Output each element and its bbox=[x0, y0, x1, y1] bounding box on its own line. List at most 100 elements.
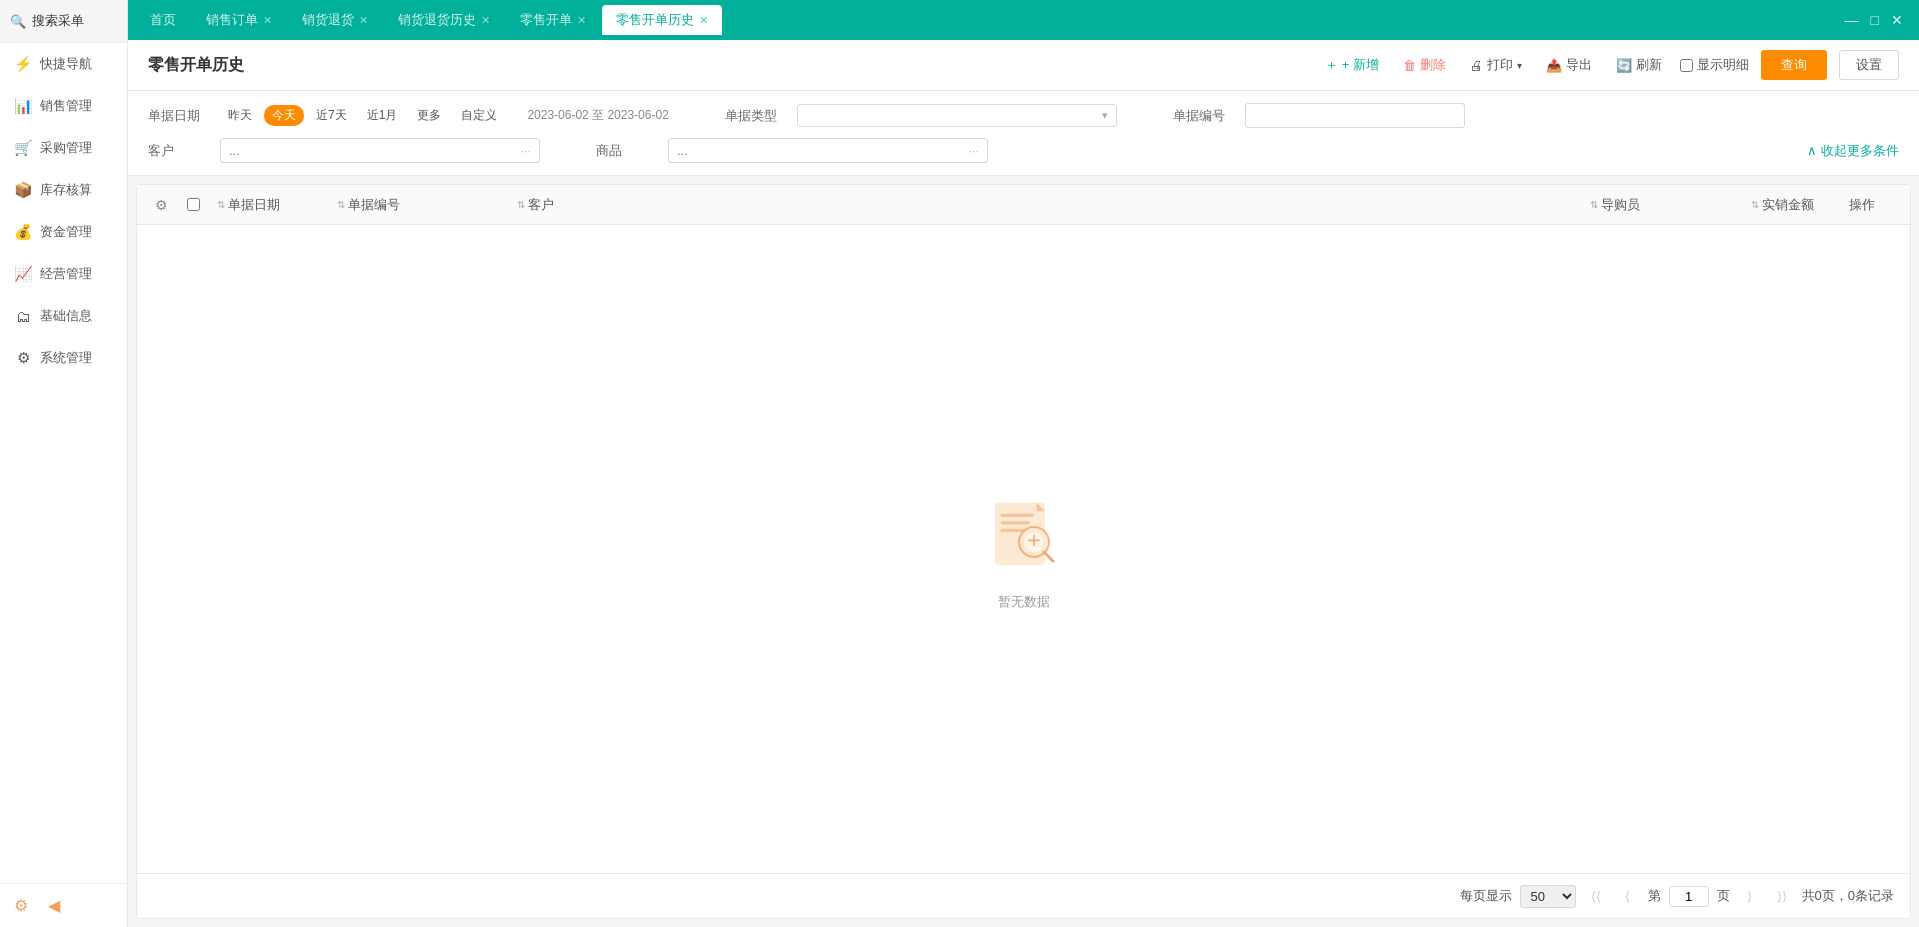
tab-close-sales-order[interactable]: ✕ bbox=[263, 14, 272, 27]
system-label: 系统管理 bbox=[40, 349, 92, 367]
add-button[interactable]: ＋ + 新增 bbox=[1319, 52, 1385, 78]
svg-rect-1 bbox=[1000, 514, 1033, 517]
tab-retail-open-history[interactable]: 零售开单历史 ✕ bbox=[602, 5, 722, 35]
quick-nav-icon: ⚡ bbox=[14, 55, 32, 73]
th-action-label: 操作 bbox=[1849, 196, 1875, 214]
customer-text-input[interactable] bbox=[229, 143, 521, 158]
th-billno-sort-icon: ⇅ bbox=[337, 199, 345, 210]
product-dots: ··· bbox=[969, 144, 979, 158]
first-page-btn[interactable]: ⟨⟨ bbox=[1584, 884, 1608, 908]
sidebar-item-operations[interactable]: 📈 经营管理 bbox=[0, 253, 127, 295]
sidebar-search[interactable]: 🔍 搜索采单 bbox=[0, 0, 127, 43]
product-input[interactable]: ··· bbox=[668, 138, 988, 163]
date-range: 2023-06-02 至 2023-06-02 bbox=[527, 107, 668, 124]
refresh-icon: 🔄 bbox=[1616, 58, 1632, 73]
svg-rect-2 bbox=[1000, 521, 1029, 524]
purchase-mgmt-icon: 🛒 bbox=[14, 139, 32, 157]
tabs-bar: 首页销售订单✕销货退货✕销货退货历史✕零售开单✕零售开单历史✕ — □ ✕ bbox=[128, 0, 1919, 40]
tab-sales-return[interactable]: 销货退货✕ bbox=[288, 5, 382, 35]
collapse-sidebar-icon[interactable]: ◀ bbox=[48, 896, 60, 915]
date-btn-近1月[interactable]: 近1月 bbox=[359, 105, 406, 126]
th-billno-label: 单据编号 bbox=[348, 196, 400, 214]
table-gear-icon[interactable]: ⚙ bbox=[145, 197, 177, 213]
refresh-label: 刷新 bbox=[1636, 56, 1662, 74]
tab-sales-return-history[interactable]: 销货退货历史✕ bbox=[384, 5, 504, 35]
per-page-label: 每页显示 bbox=[1460, 887, 1512, 905]
product-text-input[interactable] bbox=[677, 143, 969, 158]
th-billno: ⇅ 单据编号 bbox=[329, 196, 509, 214]
table-select-all-checkbox[interactable] bbox=[177, 198, 209, 211]
pagination-bar: 每页显示 50 100 200 ⟨⟨ ⟨ 第 页 ⟩ ⟩⟩ 共0页，0条记录 bbox=[137, 873, 1910, 918]
tab-close-retail-open-history[interactable]: ✕ bbox=[699, 14, 708, 27]
th-customer-sort-icon: ⇅ bbox=[517, 199, 525, 210]
sidebar-item-quick-nav[interactable]: ⚡ 快捷导航 bbox=[0, 43, 127, 85]
date-btn-更多[interactable]: 更多 bbox=[409, 105, 449, 126]
tab-label-retail-open-history: 零售开单历史 bbox=[616, 11, 694, 29]
doc-no-text-input[interactable] bbox=[1254, 108, 1456, 123]
sidebar-item-finance[interactable]: 💰 资金管理 bbox=[0, 211, 127, 253]
inventory-label: 库存核算 bbox=[40, 181, 92, 199]
print-button[interactable]: 🖨 打印 ▾ bbox=[1464, 52, 1528, 78]
basic-info-icon: 🗂 bbox=[14, 307, 32, 325]
prev-page-btn[interactable]: ⟨ bbox=[1616, 884, 1640, 908]
empty-illustration bbox=[974, 487, 1074, 577]
page-suffix-label: 页 bbox=[1717, 887, 1730, 905]
doc-type-select[interactable]: ▾ bbox=[797, 104, 1117, 127]
sidebar-item-inventory[interactable]: 📦 库存核算 bbox=[0, 169, 127, 211]
th-amount-sort-icon: ⇅ bbox=[1751, 199, 1759, 210]
settings-icon[interactable]: ⚙ bbox=[14, 896, 28, 915]
sidebar-item-purchase-mgmt[interactable]: 🛒 采购管理 bbox=[0, 127, 127, 169]
per-page-select[interactable]: 50 100 200 bbox=[1520, 885, 1576, 908]
doc-no-input[interactable] bbox=[1245, 103, 1465, 128]
sidebar-item-basic-info[interactable]: 🗂 基础信息 bbox=[0, 295, 127, 337]
th-customer-label: 客户 bbox=[528, 196, 554, 214]
sidebar-item-sales-mgmt[interactable]: 📊 销售管理 bbox=[0, 85, 127, 127]
tab-close-sales-return[interactable]: ✕ bbox=[359, 14, 368, 27]
setting-button[interactable]: 设置 bbox=[1839, 50, 1899, 80]
date-btn-昨天[interactable]: 昨天 bbox=[220, 105, 260, 126]
page-number-input[interactable] bbox=[1669, 886, 1709, 907]
th-action: 操作 bbox=[1822, 196, 1902, 214]
toolbar: 零售开单历史 ＋ + 新增 🗑 删除 🖨 打印 ▾ 📤 导出 bbox=[128, 40, 1919, 91]
detail-checkbox-input[interactable] bbox=[1680, 59, 1693, 72]
display-detail-checkbox[interactable]: 显示明细 bbox=[1680, 56, 1749, 74]
date-btn-近7天[interactable]: 近7天 bbox=[308, 105, 355, 126]
select-all-input[interactable] bbox=[187, 198, 200, 211]
sidebar-item-system[interactable]: ⚙ 系统管理 bbox=[0, 337, 127, 379]
maximize-btn[interactable]: □ bbox=[1871, 12, 1879, 28]
collapse-up-icon: ∧ bbox=[1807, 143, 1817, 158]
export-label: 导出 bbox=[1566, 56, 1592, 74]
tab-close-retail-open[interactable]: ✕ bbox=[577, 14, 586, 27]
tab-retail-open[interactable]: 零售开单✕ bbox=[506, 5, 600, 35]
tab-home[interactable]: 首页 bbox=[136, 5, 190, 35]
filter-area: 单据日期 昨天今天近7天近1月更多自定义 2023-06-02 至 2023-0… bbox=[128, 91, 1919, 176]
collapse-label: 收起更多条件 bbox=[1821, 142, 1899, 160]
add-label: + 新增 bbox=[1342, 56, 1379, 74]
tab-close-sales-return-history[interactable]: ✕ bbox=[481, 14, 490, 27]
empty-text: 暂无数据 bbox=[998, 593, 1050, 611]
date-filter-buttons: 昨天今天近7天近1月更多自定义 bbox=[220, 105, 505, 126]
th-date-sort-icon: ⇅ bbox=[217, 199, 225, 210]
minimize-btn[interactable]: — bbox=[1845, 12, 1859, 28]
delete-button[interactable]: 🗑 删除 bbox=[1397, 52, 1452, 78]
tab-sales-order[interactable]: 销售订单 ✕ bbox=[192, 5, 286, 35]
close-btn[interactable]: ✕ bbox=[1891, 12, 1903, 28]
date-btn-今天[interactable]: 今天 bbox=[264, 105, 304, 126]
refresh-button[interactable]: 🔄 刷新 bbox=[1610, 52, 1668, 78]
th-guide-sort-icon: ⇅ bbox=[1590, 199, 1598, 210]
page-prefix-label: 第 bbox=[1648, 887, 1661, 905]
basic-info-label: 基础信息 bbox=[40, 307, 92, 325]
last-page-btn[interactable]: ⟩⟩ bbox=[1770, 884, 1794, 908]
next-page-btn[interactable]: ⟩ bbox=[1738, 884, 1762, 908]
query-button[interactable]: 查询 bbox=[1761, 50, 1827, 80]
customer-input[interactable]: ··· bbox=[220, 138, 540, 163]
finance-icon: 💰 bbox=[14, 223, 32, 241]
date-btn-自定义[interactable]: 自定义 bbox=[453, 105, 505, 126]
add-icon: ＋ bbox=[1325, 56, 1338, 74]
system-icon: ⚙ bbox=[14, 349, 32, 367]
delete-label: 删除 bbox=[1420, 56, 1446, 74]
tab-label-sales-order: 销售订单 bbox=[206, 11, 258, 29]
export-button[interactable]: 📤 导出 bbox=[1540, 52, 1598, 78]
product-label: 商品 bbox=[596, 142, 652, 160]
collapse-btn[interactable]: ∧ 收起更多条件 bbox=[1807, 142, 1899, 160]
